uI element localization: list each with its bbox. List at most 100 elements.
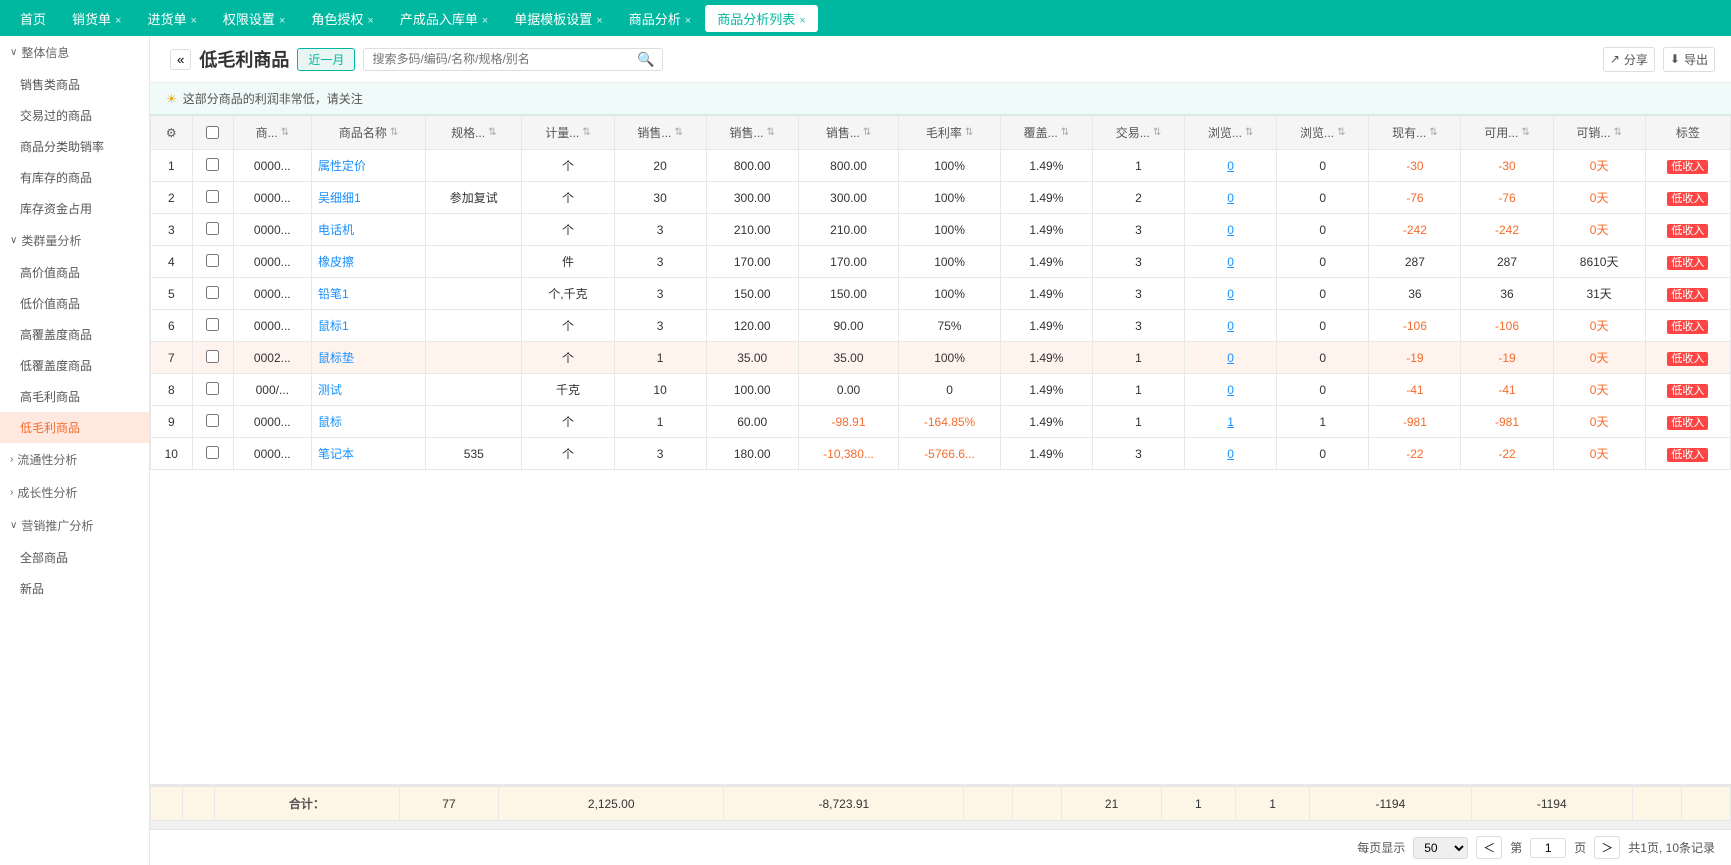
row-checkbox[interactable]	[192, 406, 233, 438]
row-name[interactable]: 吴细细1	[311, 182, 425, 214]
col-unit[interactable]: 计量...⇅	[522, 116, 614, 150]
sidebar-item-capital[interactable]: 库存资金占用	[0, 193, 149, 224]
total-info: 共1页, 10条记录	[1628, 839, 1715, 856]
col-tag[interactable]: 标签	[1645, 116, 1730, 150]
horizontal-scrollbar[interactable]	[150, 821, 1731, 829]
row-name[interactable]: 测试	[311, 374, 425, 406]
nav-analysis-list[interactable]: 商品分析列表×	[705, 5, 817, 32]
row-view1[interactable]: 0	[1185, 214, 1277, 246]
col-gross-rate[interactable]: 毛利率⇅	[899, 116, 1001, 150]
row-view1[interactable]: 0	[1185, 246, 1277, 278]
row-sales-amount: 35.00	[798, 342, 898, 374]
row-name[interactable]: 鼠标垫	[311, 342, 425, 374]
row-view1[interactable]: 0	[1185, 182, 1277, 214]
row-checkbox[interactable]	[192, 278, 233, 310]
sidebar-item-category-rate[interactable]: 商品分类助销率	[0, 131, 149, 162]
col-view1[interactable]: 浏览...⇅	[1185, 116, 1277, 150]
col-checkbox[interactable]	[192, 116, 233, 150]
nav-permission[interactable]: 权限设置×	[211, 5, 297, 32]
sidebar-item-in-stock[interactable]: 有库存的商品	[0, 162, 149, 193]
footer-current-stock: -1194	[1310, 787, 1471, 821]
nav-home[interactable]: 首页	[8, 5, 58, 32]
nav-role[interactable]: 角色授权×	[299, 5, 385, 32]
row-name[interactable]: 电话机	[311, 214, 425, 246]
col-current-stock[interactable]: 现有...⇅	[1369, 116, 1461, 150]
row-view1[interactable]: 0	[1185, 374, 1277, 406]
sidebar-item-high-value[interactable]: 高价值商品	[0, 257, 149, 288]
row-view2: 1	[1277, 406, 1369, 438]
col-sales-amount[interactable]: 销售...⇅	[798, 116, 898, 150]
sidebar-collapse-btn[interactable]: «	[170, 49, 191, 70]
col-trade[interactable]: 交易...⇅	[1092, 116, 1184, 150]
sidebar-item-new-goods[interactable]: 新品	[0, 573, 149, 604]
sidebar-item-sales-goods[interactable]: 销售类商品	[0, 69, 149, 100]
sidebar-item-low-margin[interactable]: 低毛利商品	[0, 412, 149, 443]
page-size-select[interactable]: 50 100 200	[1413, 837, 1468, 859]
row-name[interactable]: 橡皮擦	[311, 246, 425, 278]
row-view1[interactable]: 0	[1185, 278, 1277, 310]
sort-icon: ⇅	[281, 127, 289, 138]
nav-product-inbound[interactable]: 产成品入库单×	[388, 5, 500, 32]
row-name[interactable]: 属性定价	[311, 150, 425, 182]
col-code[interactable]: 商...⇅	[233, 116, 311, 150]
sidebar-item-low-value[interactable]: 低价值商品	[0, 288, 149, 319]
next-page-btn[interactable]: ＞	[1594, 836, 1620, 859]
expand-arrow-marketing-icon: ∨	[10, 520, 17, 531]
row-view1[interactable]: 0	[1185, 342, 1277, 374]
sidebar-group-marketing[interactable]: ∨ 营销推广分析	[0, 509, 149, 542]
row-code: 0002...	[233, 342, 311, 374]
col-name[interactable]: 商品名称⇅	[311, 116, 425, 150]
col-sales-price[interactable]: 销售...⇅	[706, 116, 798, 150]
nav-sales[interactable]: 销货单×	[60, 5, 133, 32]
row-name[interactable]: 笔记本	[311, 438, 425, 470]
sidebar-item-all-goods[interactable]: 全部商品	[0, 542, 149, 573]
nav-template[interactable]: 单据模板设置×	[502, 5, 614, 32]
row-view1[interactable]: 1	[1185, 406, 1277, 438]
row-spec	[426, 278, 522, 310]
sidebar-item-traded-goods[interactable]: 交易过的商品	[0, 100, 149, 131]
row-sales-price: 300.00	[706, 182, 798, 214]
sidebar-group-cluster[interactable]: ∨ 类群量分析	[0, 224, 149, 257]
row-sales-amount: 800.00	[798, 150, 898, 182]
share-button[interactable]: ↗ 分享	[1603, 47, 1655, 72]
nav-purchase[interactable]: 进货单×	[135, 5, 208, 32]
col-coverage[interactable]: 覆盖...⇅	[1000, 116, 1092, 150]
col-available[interactable]: 可用...⇅	[1461, 116, 1553, 150]
row-checkbox[interactable]	[192, 246, 233, 278]
sidebar-group-overall[interactable]: ∨ 整体信息	[0, 36, 149, 69]
col-saleable[interactable]: 可销...⇅	[1553, 116, 1645, 150]
row-name[interactable]: 铅笔1	[311, 278, 425, 310]
row-spec	[426, 406, 522, 438]
row-name[interactable]: 鼠标	[311, 406, 425, 438]
col-spec[interactable]: 规格...⇅	[426, 116, 522, 150]
export-button[interactable]: ⬇ 导出	[1663, 47, 1715, 72]
row-sales-amount: -98.91	[798, 406, 898, 438]
row-checkbox[interactable]	[192, 310, 233, 342]
row-checkbox[interactable]	[192, 150, 233, 182]
row-view1[interactable]: 0	[1185, 150, 1277, 182]
row-tag: 低收入	[1645, 406, 1730, 438]
col-view2[interactable]: 浏览...⇅	[1277, 116, 1369, 150]
search-input[interactable]	[372, 52, 637, 66]
sidebar-group-growth[interactable]: › 成长性分析	[0, 476, 149, 509]
prev-page-btn[interactable]: ＜	[1476, 836, 1502, 859]
row-checkbox[interactable]	[192, 342, 233, 374]
select-all-checkbox[interactable]	[206, 126, 219, 139]
row-checkbox[interactable]	[192, 374, 233, 406]
page-number-input[interactable]	[1530, 838, 1566, 858]
row-checkbox[interactable]	[192, 182, 233, 214]
sidebar-group-flow[interactable]: › 流通性分析	[0, 443, 149, 476]
row-name[interactable]: 鼠标1	[311, 310, 425, 342]
row-no: 10	[151, 438, 193, 470]
col-sales-qty[interactable]: 销售...⇅	[614, 116, 706, 150]
sidebar-item-high-coverage[interactable]: 高覆盖度商品	[0, 319, 149, 350]
row-view1[interactable]: 0	[1185, 310, 1277, 342]
sidebar-item-high-margin[interactable]: 高毛利商品	[0, 381, 149, 412]
row-checkbox[interactable]	[192, 438, 233, 470]
sidebar-item-low-coverage[interactable]: 低覆盖度商品	[0, 350, 149, 381]
col-settings[interactable]: ⚙	[151, 116, 193, 150]
filter-period-btn[interactable]: 近一月	[297, 48, 355, 71]
row-checkbox[interactable]	[192, 214, 233, 246]
nav-analysis[interactable]: 商品分析×	[617, 5, 703, 32]
row-view1[interactable]: 0	[1185, 438, 1277, 470]
